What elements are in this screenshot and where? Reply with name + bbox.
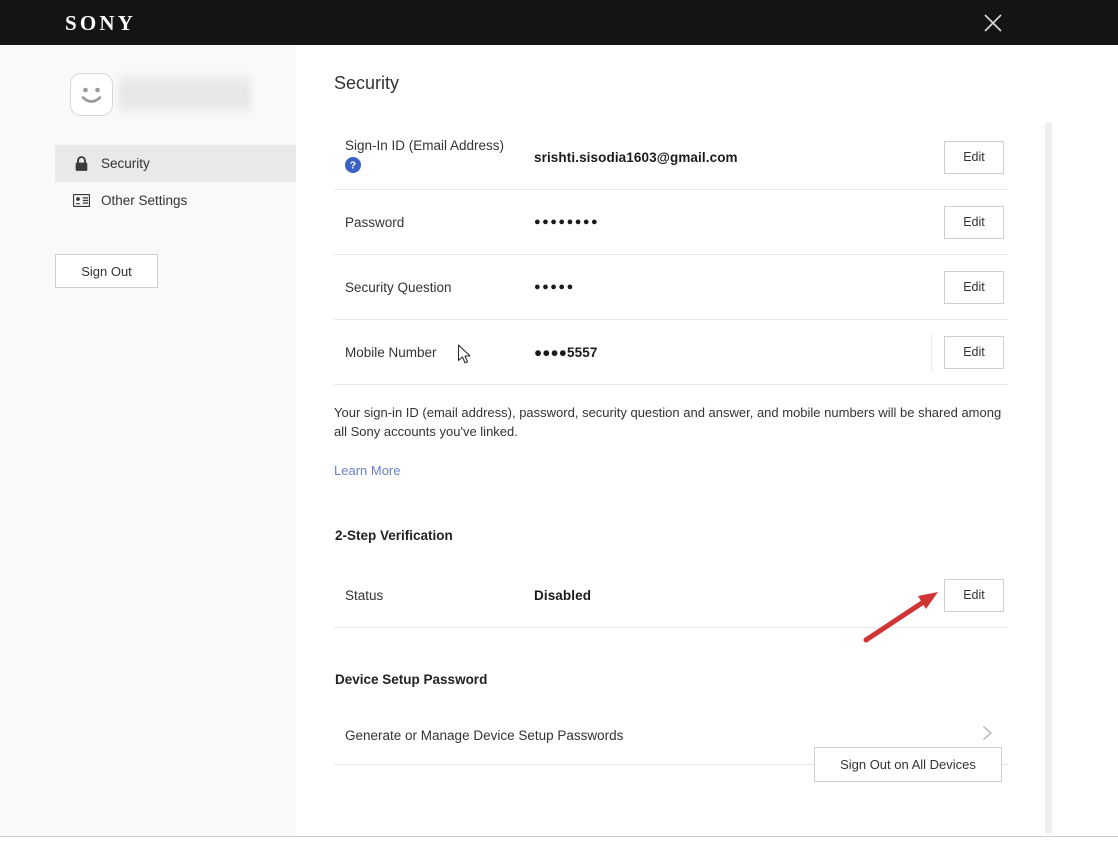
table-row: Password ●●●●●●●● Edit — [334, 190, 1008, 255]
edit-password-button[interactable]: Edit — [944, 205, 1004, 239]
device-setup-password-heading: Device Setup Password — [335, 672, 488, 687]
row-value-signin-id: srishti.sisodia1603@gmail.com — [534, 149, 738, 165]
chevron-right-icon — [981, 723, 994, 748]
row-label-password: Password — [345, 214, 405, 230]
edit-signin-id-button[interactable]: Edit — [944, 140, 1004, 174]
two-step-verification-section: Status Disabled Edit — [334, 563, 1008, 628]
page-title: Security — [334, 73, 400, 93]
table-row: Status Disabled Edit — [334, 563, 1008, 628]
row-label-text: Sign-In ID (Email Address) — [345, 138, 505, 153]
row-value-security-question: ●●●●● — [534, 281, 575, 293]
row-label-status: Status — [345, 587, 384, 603]
sidebar-item-label: Other Settings — [101, 192, 188, 208]
status-badge: Disabled — [534, 587, 592, 603]
edit-security-question-button[interactable]: Edit — [944, 270, 1004, 304]
sign-out-on-all-devices-button[interactable]: Sign Out on All Devices — [814, 747, 1002, 782]
lock-icon — [73, 155, 90, 172]
svg-text:?: ? — [350, 160, 356, 172]
row-vertical-divider — [931, 334, 932, 372]
sony-logo: SONY — [65, 11, 137, 35]
sidebar: Security Other Settings Sign Out — [0, 45, 296, 836]
two-step-verification-heading: 2-Step Verification — [335, 528, 453, 543]
sign-out-button[interactable]: Sign Out — [55, 254, 158, 288]
sidebar-item-label: Security — [101, 155, 150, 171]
row-value-mobile-number: ●●●●5557 — [534, 344, 598, 360]
table-row: Security Question ●●●●● Edit — [334, 255, 1008, 320]
vertical-scrollbar[interactable] — [1045, 122, 1052, 834]
sidebar-item-security[interactable]: Security — [55, 145, 296, 182]
sidebar-nav: Security Other Settings — [55, 145, 296, 219]
row-label-mobile-number: Mobile Number — [345, 344, 437, 360]
row-label-security-question: Security Question — [345, 279, 452, 295]
link-row-label: Generate or Manage Device Setup Password… — [345, 728, 624, 743]
learn-more-link[interactable]: Learn More — [334, 463, 400, 478]
avatar — [70, 73, 113, 116]
sony-account-security-page: SONY Security Other Settings Sign Out Se… — [0, 0, 1118, 843]
row-label-signin-id: Sign-In ID (Email Address) ? — [334, 138, 534, 176]
id-card-icon — [73, 192, 90, 209]
sharing-note: Your sign-in ID (email address), passwor… — [334, 405, 1002, 439]
edit-mobile-number-button[interactable]: Edit — [944, 335, 1004, 369]
edit-two-step-verification-button[interactable]: Edit — [944, 578, 1004, 612]
main-content: Security Sign-In ID (Email Address) ? sr… — [296, 45, 1118, 836]
profile-block — [70, 73, 251, 116]
row-value-password: ●●●●●●●● — [534, 216, 600, 228]
window-title-bar: SONY — [0, 0, 1118, 45]
window-bottom-strip — [0, 837, 1118, 843]
table-row: Mobile Number ●●●●5557 Edit — [334, 320, 1008, 385]
close-icon[interactable] — [978, 8, 1008, 38]
account-name-redacted — [119, 74, 251, 115]
table-row: Sign-In ID (Email Address) ? srishti.sis… — [334, 125, 1008, 190]
security-settings-list: Sign-In ID (Email Address) ? srishti.sis… — [334, 125, 1008, 765]
sidebar-item-other-settings[interactable]: Other Settings — [55, 182, 296, 219]
question-mark-icon[interactable]: ? — [345, 157, 361, 173]
